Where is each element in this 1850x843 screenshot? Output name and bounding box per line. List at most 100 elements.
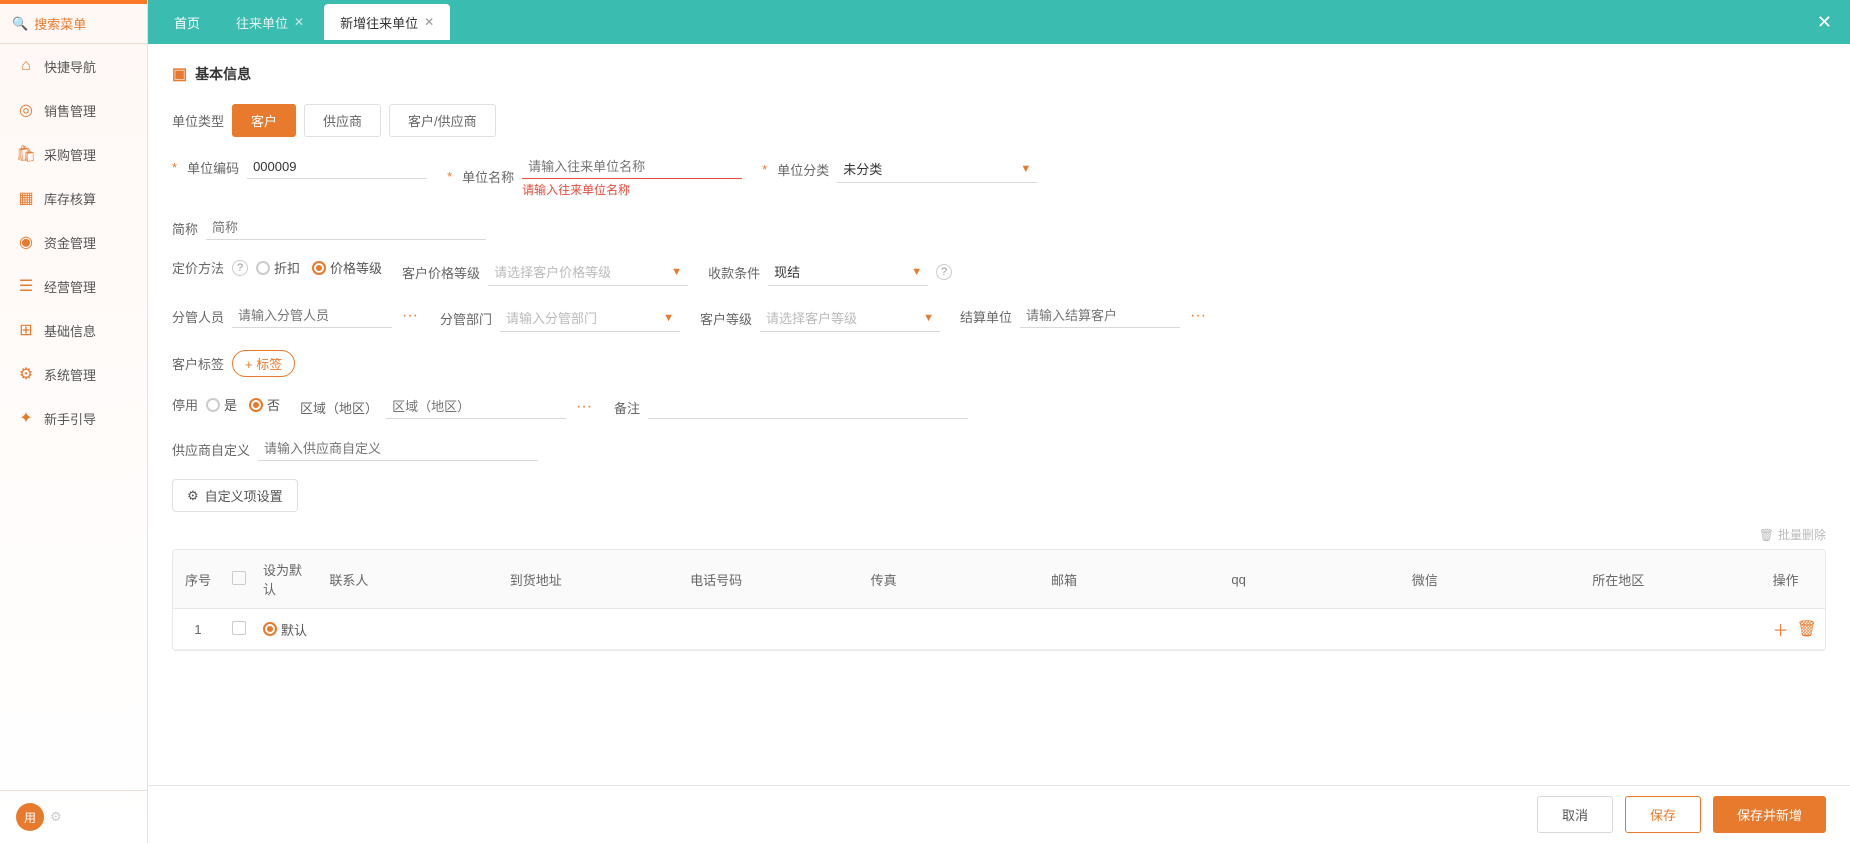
disabled-no[interactable]: 否 bbox=[249, 395, 280, 414]
payment-terms-label: 收款条件 bbox=[708, 263, 760, 282]
col-region: 所在地区 bbox=[1584, 550, 1764, 609]
tab-new-partner-label: 新增往来单位 bbox=[340, 13, 418, 32]
disabled-yes[interactable]: 是 bbox=[206, 395, 237, 414]
remarks-input[interactable] bbox=[648, 395, 968, 419]
batch-delete-label: 批量删除 bbox=[1778, 526, 1826, 543]
add-tag-button[interactable]: + 标签 bbox=[232, 350, 295, 377]
fax-input[interactable] bbox=[871, 622, 1035, 637]
department-select[interactable]: 请输入分管部门 ▼ bbox=[500, 304, 680, 332]
row-checkbox[interactable] bbox=[232, 621, 246, 635]
contact-input[interactable] bbox=[329, 622, 493, 637]
batch-delete-button[interactable]: 🗑 批量删除 bbox=[172, 526, 1826, 543]
disabled-no-radio[interactable] bbox=[249, 398, 263, 412]
row-region[interactable] bbox=[1584, 609, 1764, 650]
manager-row: 分管人员 ··· 分管部门 请输入分管部门 ▼ 客户等级 请选择客户等级 ▼ 结… bbox=[172, 304, 1826, 332]
sidebar-item-label: 系统管理 bbox=[44, 365, 96, 384]
region-input[interactable] bbox=[386, 395, 566, 419]
price-level-radio[interactable] bbox=[312, 261, 326, 275]
sidebar-item-inventory[interactable]: ▦ 库存核算 bbox=[0, 176, 147, 220]
sidebar-item-basic-info[interactable]: ⊞ 基础信息 bbox=[0, 308, 147, 352]
settlement-dots[interactable]: ··· bbox=[1188, 307, 1208, 325]
unit-type-field: 单位类型 客户 供应商 客户/供应商 bbox=[172, 104, 496, 137]
qq-input[interactable] bbox=[1231, 622, 1396, 637]
sidebar-item-quick-nav[interactable]: ⌂ 快捷导航 bbox=[0, 44, 147, 88]
supplier-custom-field: 供应商自定义 bbox=[172, 437, 538, 461]
row-email[interactable] bbox=[1043, 609, 1223, 650]
unit-type-label: 单位类型 bbox=[172, 111, 224, 130]
sales-icon: ◎ bbox=[16, 100, 36, 120]
sidebar-item-operations[interactable]: ☰ 经营管理 bbox=[0, 264, 147, 308]
row-phone[interactable] bbox=[682, 609, 862, 650]
pricing-discount[interactable]: 折扣 bbox=[256, 258, 300, 277]
row-default-radio[interactable]: 默认 bbox=[263, 620, 313, 639]
payment-help-icon[interactable]: ? bbox=[936, 264, 952, 280]
region-dots[interactable]: ··· bbox=[574, 398, 594, 416]
unit-code-input[interactable] bbox=[247, 155, 427, 179]
tab-home[interactable]: 首页 bbox=[158, 4, 216, 40]
sidebar-item-purchase[interactable]: 🛍 采购管理 bbox=[0, 132, 147, 176]
payment-terms-value: 现结 bbox=[774, 262, 907, 281]
col-wechat: 微信 bbox=[1404, 550, 1584, 609]
unit-category-select[interactable]: 未分类 ▼ bbox=[837, 155, 1037, 183]
customer-level-placeholder: 请选择客户等级 bbox=[766, 308, 919, 327]
email-input[interactable] bbox=[1051, 622, 1215, 637]
select-all-checkbox[interactable] bbox=[232, 571, 246, 585]
section-icon: ▣ bbox=[172, 64, 187, 84]
sidebar-item-sales[interactable]: ◎ 销售管理 bbox=[0, 88, 147, 132]
tab-new-partner[interactable]: 新增往来单位 ✕ bbox=[324, 4, 450, 40]
tabbar-close-button[interactable]: ✕ bbox=[1809, 8, 1840, 37]
supplier-custom-input[interactable] bbox=[258, 437, 538, 461]
customer-level-select[interactable]: 请选择客户等级 ▼ bbox=[760, 304, 940, 332]
guide-icon: ✦ bbox=[16, 408, 36, 428]
custom-settings-button[interactable]: ⚙ 自定义项设置 bbox=[172, 479, 298, 512]
settlement-unit-input[interactable] bbox=[1020, 304, 1180, 328]
disabled-yes-radio[interactable] bbox=[206, 398, 220, 412]
section-basic-info: ▣ 基本信息 bbox=[172, 64, 1826, 84]
discount-radio[interactable] bbox=[256, 261, 270, 275]
sidebar-item-system[interactable]: ⚙ 系统管理 bbox=[0, 352, 147, 396]
row-region-input[interactable] bbox=[1592, 622, 1756, 637]
row-fax[interactable] bbox=[863, 609, 1043, 650]
tab-new-partner-close[interactable]: ✕ bbox=[424, 16, 434, 28]
operations-icon: ☰ bbox=[16, 276, 36, 296]
row-contact[interactable] bbox=[321, 609, 501, 650]
unit-code-field: * 单位编码 bbox=[172, 155, 427, 179]
cancel-button[interactable]: 取消 bbox=[1537, 796, 1613, 833]
short-name-input[interactable] bbox=[206, 216, 486, 240]
unit-type-both[interactable]: 客户/供应商 bbox=[389, 104, 496, 137]
system-icon: ⚙ bbox=[16, 364, 36, 384]
row-qq[interactable] bbox=[1223, 609, 1404, 650]
pricing-radio-group: 折扣 价格等级 bbox=[256, 258, 382, 277]
unit-type-customer[interactable]: 客户 bbox=[232, 104, 296, 137]
row-delete-icon[interactable]: 🗑 bbox=[1797, 619, 1817, 639]
phone-input[interactable] bbox=[690, 622, 854, 637]
manager-input[interactable] bbox=[232, 304, 392, 328]
manager-dots[interactable]: ··· bbox=[400, 307, 420, 325]
sidebar-item-label: 资金管理 bbox=[44, 233, 96, 252]
row-address[interactable] bbox=[502, 609, 682, 650]
sidebar-item-guide[interactable]: ✦ 新手引导 bbox=[0, 396, 147, 440]
user-avatar[interactable]: 用 bbox=[16, 803, 44, 831]
unit-type-supplier[interactable]: 供应商 bbox=[304, 104, 381, 137]
content-area: ▣ 基本信息 单位类型 客户 供应商 客户/供应商 * 单位编码 * bbox=[148, 44, 1850, 785]
unit-category-label: 单位分类 bbox=[777, 160, 829, 179]
pricing-price-level[interactable]: 价格等级 bbox=[312, 258, 382, 277]
address-input[interactable] bbox=[510, 622, 674, 637]
sidebar-search[interactable]: 🔍 搜索菜单 bbox=[0, 4, 147, 44]
customer-price-level-select[interactable]: 请选择客户价格等级 ▼ bbox=[488, 258, 688, 286]
save-button[interactable]: 保存 bbox=[1625, 796, 1701, 833]
wechat-input[interactable] bbox=[1412, 622, 1576, 637]
payment-terms-select[interactable]: 现结 ▼ bbox=[768, 258, 928, 286]
save-new-button[interactable]: 保存并新增 bbox=[1713, 796, 1826, 833]
sidebar-item-label: 新手引导 bbox=[44, 409, 96, 428]
unit-name-input[interactable] bbox=[522, 155, 742, 179]
row-add-icon[interactable]: ＋ bbox=[1773, 617, 1789, 641]
custom-settings-label: 自定义项设置 bbox=[205, 486, 283, 505]
search-icon: 🔍 bbox=[12, 16, 28, 32]
tab-partners[interactable]: 往来单位 ✕ bbox=[220, 4, 320, 40]
row-seq: 1 bbox=[173, 609, 223, 650]
row-wechat[interactable] bbox=[1404, 609, 1584, 650]
tab-partners-close[interactable]: ✕ bbox=[294, 16, 304, 28]
sidebar-item-finance[interactable]: ◉ 资金管理 bbox=[0, 220, 147, 264]
pricing-help-icon[interactable]: ? bbox=[232, 260, 248, 276]
